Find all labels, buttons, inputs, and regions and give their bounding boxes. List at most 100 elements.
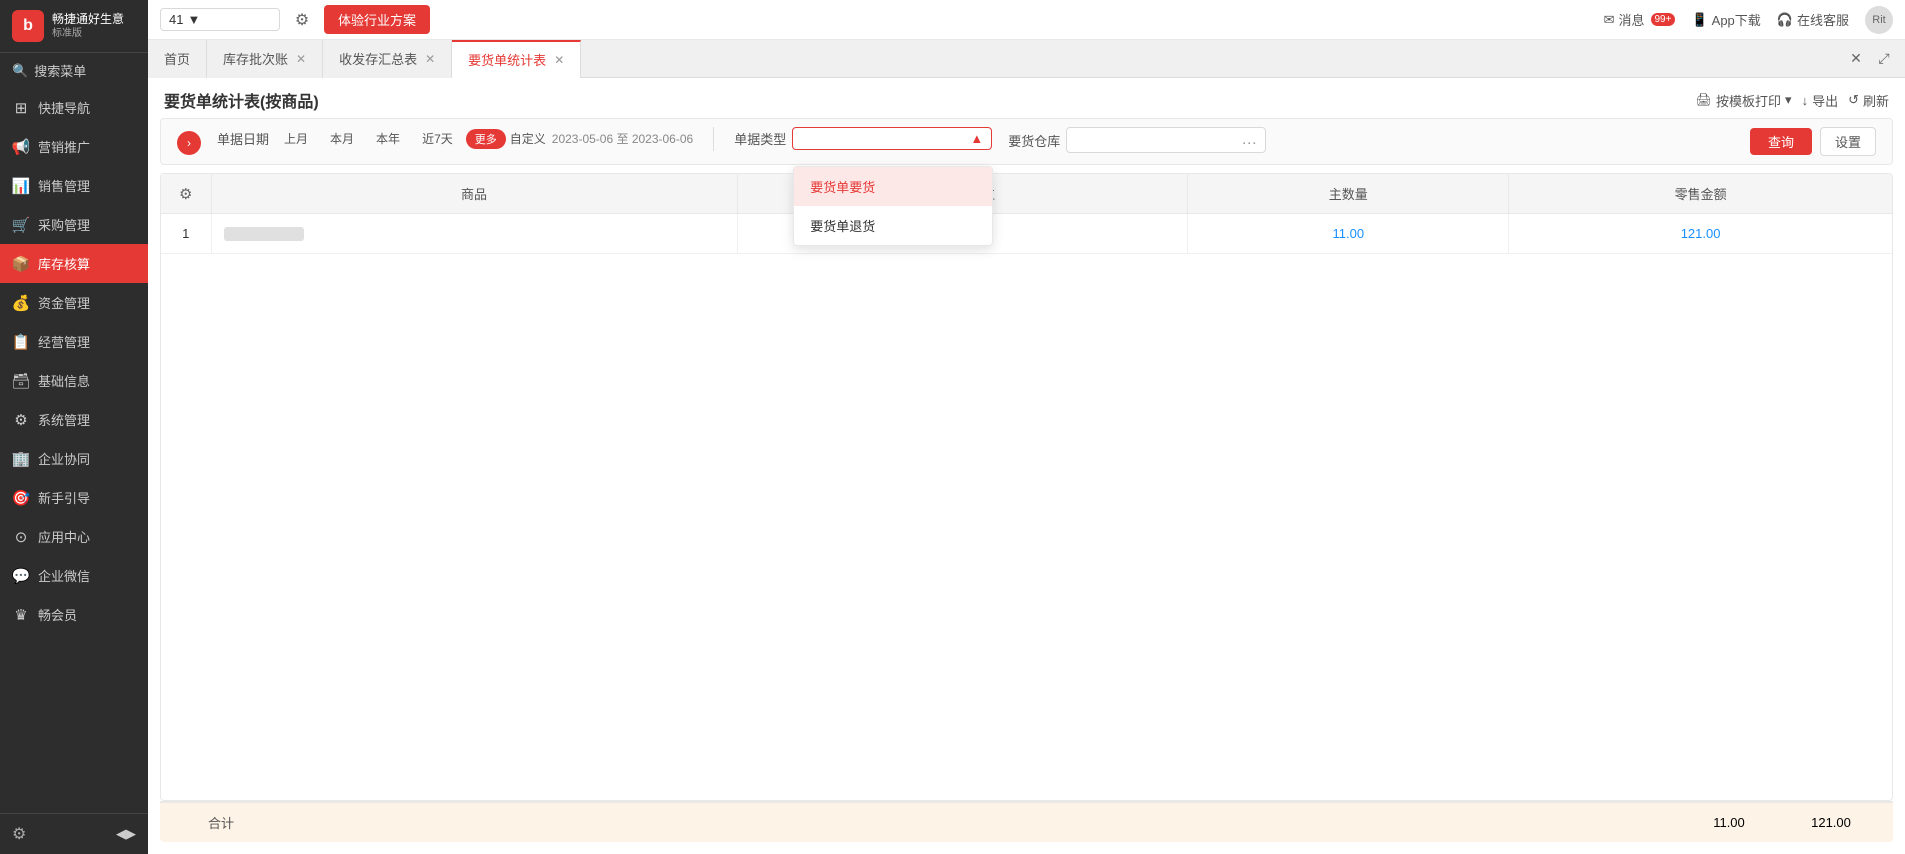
sidebar-icon-purchase: 🛒 [12,216,30,234]
table-footer: 合计 11.00 121.00 [160,801,1893,842]
date-btn-custom[interactable]: 自定义 [510,130,546,147]
th-settings[interactable]: ⚙ [161,174,211,214]
sidebar-item-sales[interactable]: 📊 销售管理 [0,166,148,205]
online-service-item[interactable]: 🎧 在线客服 [1777,10,1849,29]
message-badge: 99+ [1651,13,1676,26]
type-dropdown: 要货单要货 要货单退货 [793,166,993,246]
table-row: 1 块 11.00 121.00 [161,214,1892,254]
sidebar-icon-enterprise: 🏢 [12,450,30,468]
query-button[interactable]: 查询 [1750,128,1812,155]
sidebar-icon-operations: 📋 [12,333,30,351]
sidebar-search[interactable]: 🔍 搜索菜单 [0,53,148,88]
type-filter-label: 单据类型 [734,129,786,148]
refresh-btn[interactable]: ↺ 刷新 [1848,91,1889,110]
sidebar: b 畅捷通好生意 标准版 🔍 搜索菜单 ⊞快捷导航📢营销推广 📊 销售管理 🛒 采购管理… [0,0,148,854]
date-filter-label: 单据日期 [217,129,269,148]
th-quantity: 主数量 [1188,174,1509,214]
sidebar-label-sales: 销售管理 [38,176,90,195]
page-title-bar: 要货单统计表(按商品) 🖨 按模板打印 ▾ ↓ 导出 ↺ 刷新 [148,78,1905,118]
sidebar-item-finance[interactable]: 💰 资金管理 [0,283,148,322]
title-actions: 🖨 按模板打印 ▾ ↓ 导出 ↺ 刷新 [1696,91,1890,110]
tab-close-order-summary[interactable]: ✕ [554,53,564,67]
tab-expand-btn[interactable]: ⤢ [1871,46,1897,72]
sidebar-item-purchase[interactable]: 🛒 采购管理 [0,205,148,244]
sidebar-icon-wechat: 💬 [12,567,30,585]
date-btn-last-month[interactable]: 上月 [275,127,317,150]
user-avatar[interactable]: Rit [1865,6,1893,34]
tab-close-receive-summary[interactable]: ✕ [425,52,435,66]
warehouse-select[interactable]: … [1066,127,1266,153]
sidebar-icon-sales: 📊 [12,177,30,195]
logo-text: 畅捷通好生意 标准版 [52,11,124,42]
settings-button[interactable]: 设置 [1820,127,1876,156]
date-btn-this-month[interactable]: 本月 [321,127,363,150]
sidebar-item-wechat[interactable]: 💬 企业微信 [0,556,148,595]
sidebar-item-marketing[interactable]: 📢营销推广 [0,127,148,166]
sidebar-label-quick-nav: 快捷导航 [38,98,90,117]
sidebar-item-inventory[interactable]: 📦库存核算 [0,244,148,283]
tab-order-summary[interactable]: 要货单统计表 ✕ [452,40,581,78]
sidebar-item-member[interactable]: ♛畅会员 [0,595,148,634]
settings-icon[interactable]: ⚙ [12,824,26,844]
sidebar-label-inventory: 库存核算 [38,254,90,273]
store-selector[interactable]: 41 ▼ [160,8,280,31]
app-download-item[interactable]: 📱 App下载 [1691,10,1760,29]
export-btn[interactable]: ↓ 导出 [1802,91,1839,110]
page-title: 要货单统计表(按商品) [164,88,319,112]
footer-amount: 121.00 [1781,815,1881,830]
mobile-icon: 📱 [1691,12,1707,28]
sidebar-item-operations[interactable]: 📋经营管理 [0,322,148,361]
print-template-btn[interactable]: 🖨 按模板打印 ▾ [1696,91,1792,110]
main-area: 41 ▼ ⚙ 体验行业方案 ✉ 消息 99+ 📱 App下载 🎧 在线客服 Ri… [148,0,1905,854]
tab-close-inventory-batch[interactable]: ✕ [296,52,306,66]
tab-close-all-btn[interactable]: ✕ [1843,46,1869,72]
table-header-row: ⚙ 商品 主计量单位 主数量 零售金额 [161,174,1892,214]
sidebar-label-finance: 资金管理 [38,293,90,312]
dropdown-arrow-icon: ▼ [187,12,200,27]
sidebar-item-app-center[interactable]: ⊙应用中心 [0,517,148,556]
date-btn-7days[interactable]: 近7天 [413,127,462,150]
logo-icon: b [12,10,44,42]
th-amount: 零售金额 [1509,174,1892,214]
data-table: ⚙ 商品 主计量单位 主数量 零售金额 1 块 11.00 121.00 [161,174,1892,254]
td-amount-0: 121.00 [1509,214,1892,254]
sidebar-label-purchase: 采购管理 [38,215,90,234]
tab-receive-summary[interactable]: 收发存汇总表✕ [323,40,452,78]
header-right: ✉ 消息 99+ 📱 App下载 🎧 在线客服 Rit [1604,6,1893,34]
dropdown-item-order-return[interactable]: 要货单退货 [794,206,992,245]
header-gear-btn[interactable]: ⚙ [288,6,316,34]
tab-inventory-batch[interactable]: 库存批次账✕ [207,40,323,78]
message-item[interactable]: ✉ 消息 99+ [1604,10,1676,29]
sidebar-menu: ⊞快捷导航📢营销推广 📊 销售管理 🛒 采购管理 📦库存核算 💰 资金管理 📋经营管理🗃基础信息… [0,88,148,634]
sidebar-item-system[interactable]: ⚙ 系统管理 [0,400,148,439]
sidebar-label-member: 畅会员 [38,605,77,624]
tab-home[interactable]: 首页 [148,40,207,78]
sidebar-label-wechat: 企业微信 [38,566,90,585]
table-gear-icon[interactable]: ⚙ [179,186,192,203]
sidebar-item-basic-info[interactable]: 🗃基础信息 [0,361,148,400]
message-icon: ✉ [1604,12,1615,28]
type-select[interactable]: ▲ 要货单要货 要货单退货 [792,127,992,150]
app-logo: b 畅捷通好生意 标准版 [0,0,148,53]
date-filter-group: 单据日期 上月 本月 本年 近7天 更多 自定义 2023-05-06 至 20… [217,127,693,150]
date-btn-this-year[interactable]: 本年 [367,127,409,150]
sidebar-label-app-center: 应用中心 [38,527,90,546]
sidebar-icon-finance: 💰 [12,294,30,312]
sidebar-collapse-btn[interactable]: ◀▶ [116,826,136,842]
tab-label-order-summary: 要货单统计表 [468,50,546,69]
sidebar-icon-system: ⚙ [12,411,30,429]
sidebar-label-basic-info: 基础信息 [38,371,90,390]
product-placeholder-0 [224,227,304,241]
sidebar-item-quick-nav[interactable]: ⊞快捷导航 [0,88,148,127]
sidebar-bottom: ⚙ ◀▶ [0,813,148,854]
print-icon: 🖨 [1696,92,1713,108]
filter-expand-btn[interactable]: › [177,131,201,155]
sidebar-label-system: 系统管理 [38,410,90,429]
filter-bar: › 单据日期 上月 本月 本年 近7天 更多 自定义 2023-05-06 至 … [160,118,1893,165]
sidebar-item-guide[interactable]: 🎯新手引导 [0,478,148,517]
dropdown-item-order-goods[interactable]: 要货单要货 [794,167,992,206]
date-btn-more[interactable]: 更多 [466,129,506,149]
sidebar-item-enterprise[interactable]: 🏢企业协同 [0,439,148,478]
trial-button[interactable]: 体验行业方案 [324,5,430,34]
footer-quantity: 11.00 [1689,815,1769,830]
